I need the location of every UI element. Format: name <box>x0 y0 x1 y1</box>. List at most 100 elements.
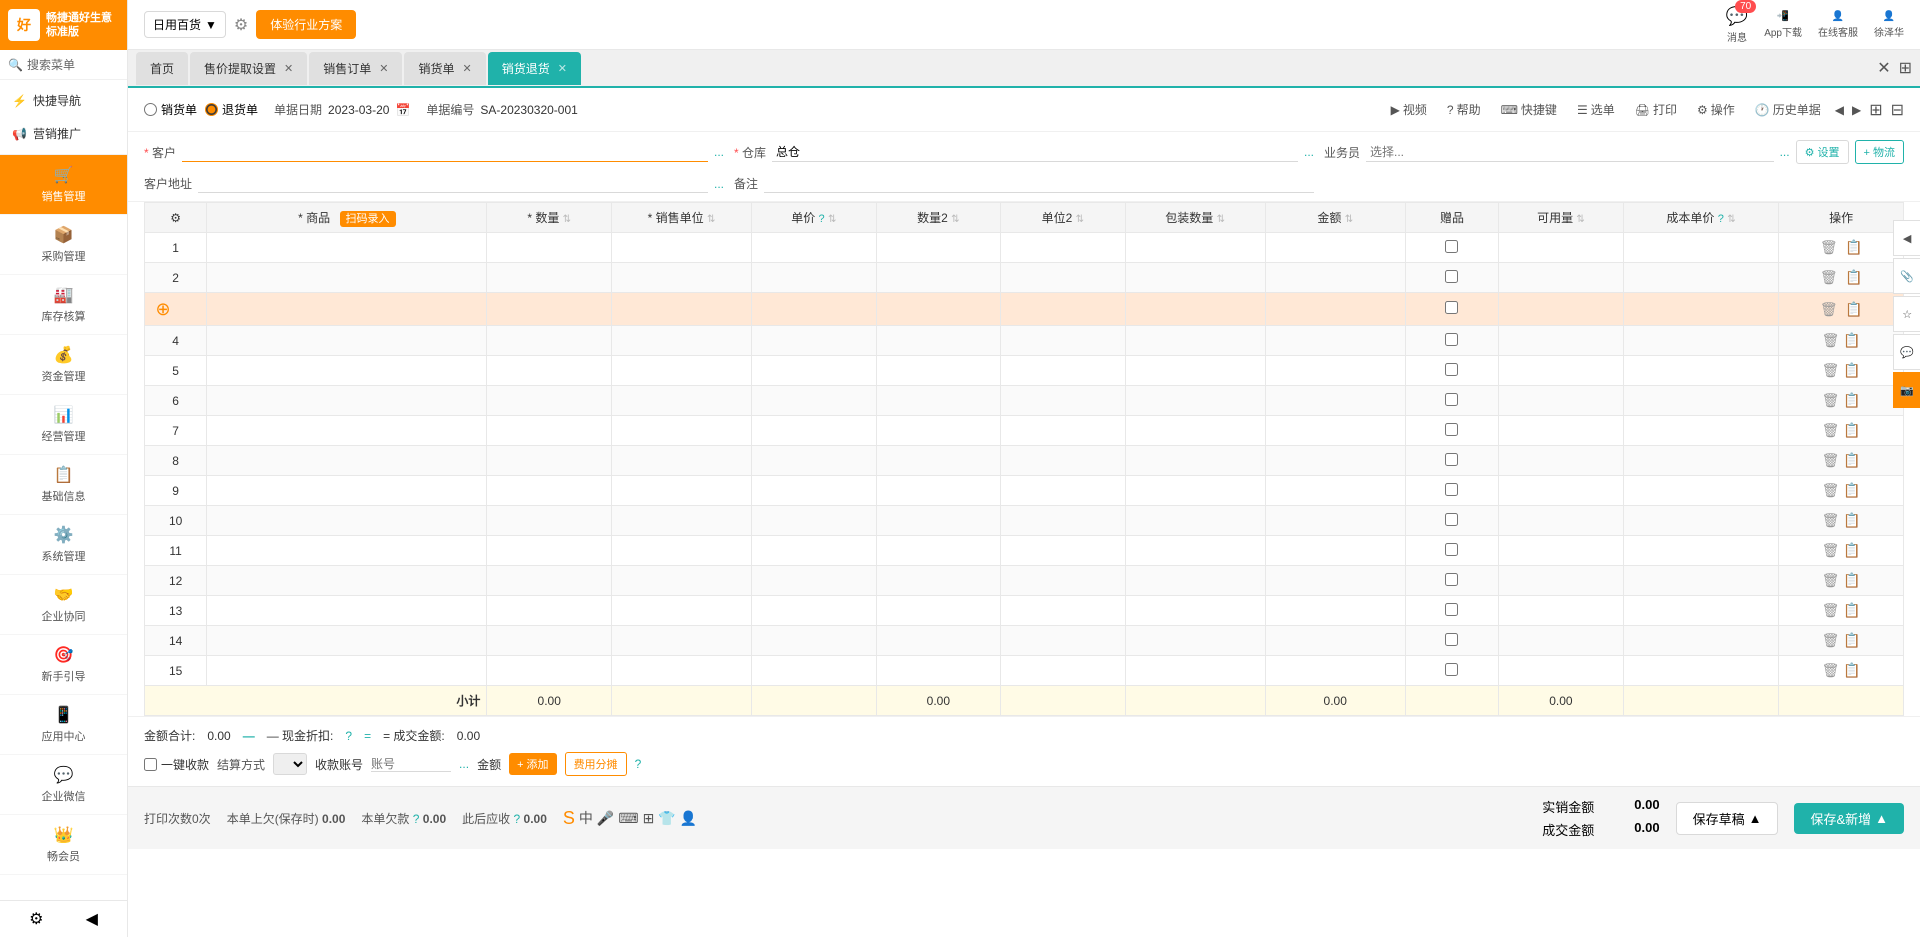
pkg-cell[interactable] <box>1125 233 1265 263</box>
sidebar-item-enterprise[interactable]: 🤝 企业协同 <box>0 575 127 635</box>
save-new-btn[interactable]: 保存&新增 ▲ <box>1794 803 1904 834</box>
tab-close-sales-return[interactable]: ✕ <box>558 62 567 75</box>
cost-cell[interactable] <box>1623 233 1779 263</box>
tab-close-sales-delivery[interactable]: ✕ <box>463 62 472 75</box>
delete-btn[interactable]: 🗑 <box>1822 482 1840 498</box>
warehouse-input[interactable] <box>772 143 1298 162</box>
right-message-btn[interactable]: 💬 <box>1893 334 1920 370</box>
unit-cell[interactable] <box>611 263 751 293</box>
tab-close-sales-order[interactable]: ✕ <box>379 62 388 75</box>
grid-icon[interactable]: ⊞ <box>643 810 655 827</box>
one-click-checkbox[interactable] <box>144 758 157 771</box>
pkg-cell[interactable] <box>1125 293 1265 326</box>
sidebar-item-member[interactable]: 👑 畅会员 <box>0 815 127 875</box>
experience-btn[interactable]: 体验行业方案 <box>256 10 356 39</box>
radio-sales-return[interactable]: 退货单 <box>205 101 258 118</box>
copy-btn[interactable]: 📋 <box>1843 362 1860 378</box>
delete-btn[interactable]: 🗑 <box>1820 301 1838 317</box>
account-input[interactable] <box>371 757 451 772</box>
delete-btn[interactable]: 🗑 <box>1822 602 1840 618</box>
price-cell[interactable] <box>752 233 877 263</box>
qty2-cell[interactable] <box>876 293 1001 326</box>
sidebar-item-system[interactable]: ⚙️ 系统管理 <box>0 515 127 575</box>
gift-checkbox[interactable] <box>1445 240 1458 253</box>
sidebar-item-basic[interactable]: 📋 基础信息 <box>0 455 127 515</box>
industry-select[interactable]: 日用百货 ▼ <box>144 11 226 38</box>
app-download-btn[interactable]: 📲 App下载 <box>1764 11 1802 39</box>
tab-close-all-btn[interactable]: ✕ <box>1877 58 1890 78</box>
discount-help-icon[interactable]: ? <box>345 729 352 743</box>
warehouse-dots[interactable]: ... <box>1304 145 1314 159</box>
delete-btn[interactable]: 🗑 <box>1822 662 1840 678</box>
copy-btn[interactable]: 📋 <box>1843 632 1860 648</box>
collapse-icon[interactable]: ◀ <box>86 909 98 929</box>
user-avatar[interactable]: 👤 徐泽华 <box>1874 11 1904 39</box>
credit-help-icon[interactable]: ? <box>413 812 420 826</box>
tab-price-settings[interactable]: 售价提取设置 ✕ <box>190 52 307 85</box>
select-btn[interactable]: ☰ 选单 <box>1571 98 1621 121</box>
gift-cell[interactable] <box>1405 263 1498 293</box>
delete-btn[interactable]: 🗑 <box>1822 572 1840 588</box>
gift-checkbox[interactable] <box>1445 453 1458 466</box>
online-service-btn[interactable]: 👤 在线客服 <box>1818 11 1858 39</box>
price-cell[interactable] <box>752 263 877 293</box>
copy-btn[interactable]: 📋 <box>1843 602 1860 618</box>
qty2-cell[interactable] <box>876 263 1001 293</box>
goods-cell[interactable] <box>207 263 487 293</box>
keyboard-icon[interactable]: ⌨ <box>618 810 638 827</box>
gift-checkbox[interactable] <box>1445 270 1458 283</box>
qty2-sort-icon[interactable]: ⇅ <box>951 214 959 225</box>
delete-btn[interactable]: 🗑 <box>1822 632 1840 648</box>
copy-btn[interactable]: 📋 <box>1843 572 1860 588</box>
amount-cell[interactable] <box>1265 233 1405 263</box>
copy-btn[interactable]: 📋 <box>1843 392 1860 408</box>
list-view-btn[interactable]: ⊞ <box>1869 100 1882 120</box>
add-payment-btn[interactable]: + 添加 <box>509 753 556 775</box>
copy-btn[interactable]: 📋 <box>1843 542 1860 558</box>
price-sort-icon[interactable]: ⇅ <box>828 214 836 225</box>
gift-checkbox[interactable] <box>1445 603 1458 616</box>
grid-view-btn[interactable]: ⊟ <box>1891 100 1904 120</box>
delete-btn[interactable]: 🗑 <box>1820 239 1838 255</box>
copy-btn[interactable]: 📋 <box>1843 332 1860 348</box>
gift-checkbox[interactable] <box>1445 633 1458 646</box>
gift-checkbox[interactable] <box>1445 663 1458 676</box>
right-scan-btn[interactable]: 📷 <box>1893 372 1920 408</box>
scan-input-btn[interactable]: 扫码录入 <box>340 210 396 226</box>
sidebar-item-appcenter[interactable]: 📱 应用中心 <box>0 695 127 755</box>
cost-help-icon[interactable]: ? <box>1718 213 1724 225</box>
note-input[interactable] <box>764 174 1314 193</box>
address-input[interactable] <box>198 174 708 193</box>
gift-checkbox[interactable] <box>1445 393 1458 406</box>
nav-next-btn[interactable]: ▶ <box>1852 103 1861 117</box>
avail-cell[interactable] <box>1499 263 1624 293</box>
unit2-cell[interactable] <box>1001 233 1126 263</box>
fee-split-btn[interactable]: 费用分摊 <box>565 752 627 776</box>
gift-checkbox[interactable] <box>1445 513 1458 526</box>
nav-prev-btn[interactable]: ◀ <box>1835 103 1844 117</box>
gift-checkbox[interactable] <box>1445 483 1458 496</box>
qty-cell[interactable] <box>487 263 612 293</box>
qty-cell[interactable] <box>487 233 612 263</box>
person-icon[interactable]: 👤 <box>680 810 697 827</box>
delete-btn[interactable]: 🗑 <box>1822 422 1840 438</box>
amount-sort-icon[interactable]: ⇅ <box>1345 214 1353 225</box>
copy-btn[interactable]: 📋 <box>1845 269 1862 285</box>
shirt-icon[interactable]: 👕 <box>658 810 675 827</box>
print-btn[interactable]: 🖨 打印 <box>1629 98 1683 121</box>
avail-cell[interactable] <box>1499 233 1624 263</box>
right-star-btn[interactable]: ☆ <box>1893 296 1920 332</box>
tab-home[interactable]: 首页 <box>136 52 188 85</box>
unit-cell[interactable] <box>611 233 751 263</box>
row-add-btn[interactable]: ⊕ <box>145 293 207 326</box>
qty-sort-icon[interactable]: ⇅ <box>563 214 571 225</box>
unit-sort-icon[interactable]: ⇅ <box>707 214 715 225</box>
calendar-icon[interactable]: 📅 <box>395 103 410 117</box>
save-draft-btn[interactable]: 保存草稿 ▲ <box>1676 802 1779 835</box>
sidebar-search[interactable]: 🔍 搜索菜单 <box>0 50 127 80</box>
address-dots[interactable]: ... <box>714 177 724 191</box>
delete-btn[interactable]: 🗑 <box>1822 392 1840 408</box>
sidebar-item-operations[interactable]: 📊 经营管理 <box>0 395 127 455</box>
zhong-icon[interactable]: 中 <box>579 808 593 828</box>
goods-cell[interactable] <box>207 293 487 326</box>
